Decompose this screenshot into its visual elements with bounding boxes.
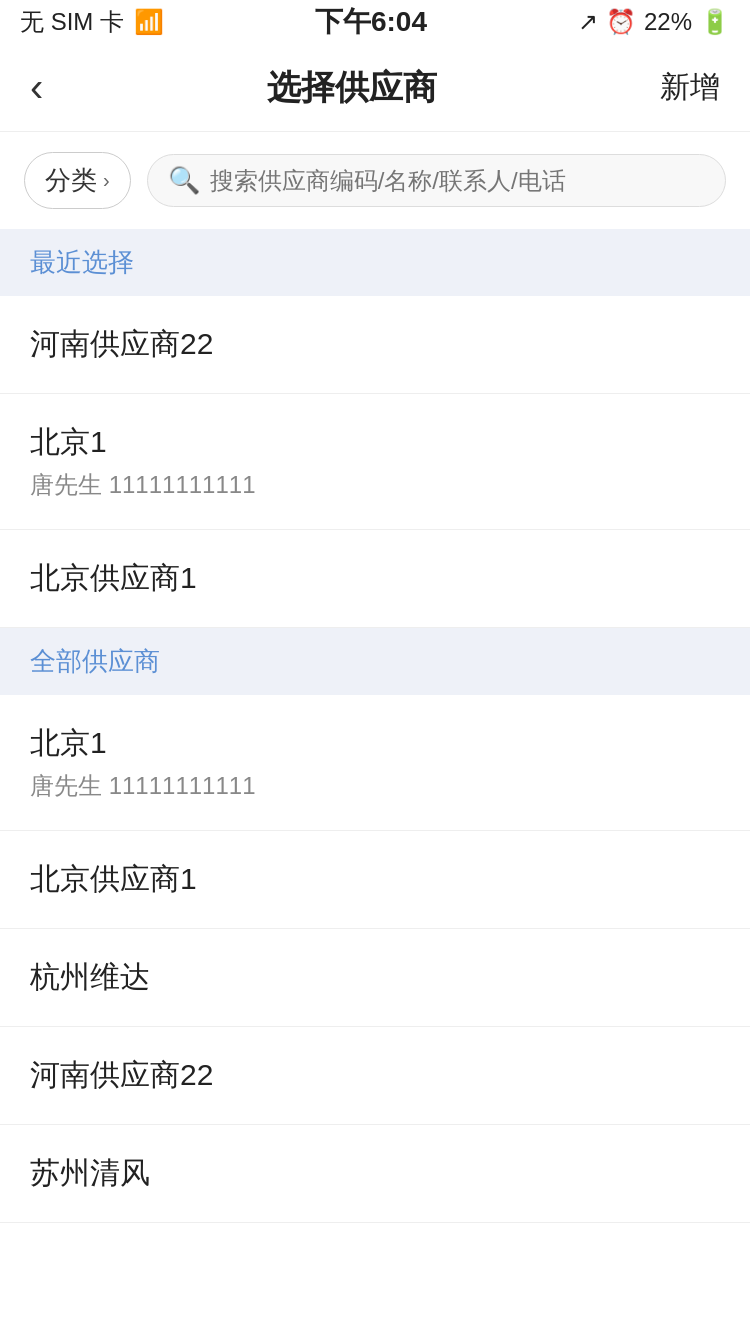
nav-bar: ‹ 选择供应商 新增 — [0, 44, 750, 132]
location-icon: ↗ — [578, 8, 598, 36]
item-name: 北京供应商1 — [30, 859, 720, 900]
battery-label: 22% — [644, 8, 692, 36]
chevron-right-icon: › — [103, 169, 110, 192]
list-item[interactable]: 河南供应商22 — [0, 296, 750, 394]
wifi-icon: 📶 — [134, 8, 164, 36]
battery-icon: 🔋 — [700, 8, 730, 36]
section-header-all: 全部供应商 — [0, 628, 750, 695]
filter-bar: 分类 › 🔍 — [0, 132, 750, 229]
status-time: 下午6:04 — [315, 3, 427, 41]
page-title: 选择供应商 — [267, 65, 437, 111]
add-button[interactable]: 新增 — [660, 67, 720, 108]
item-name: 杭州维达 — [30, 957, 720, 998]
item-name: 河南供应商22 — [30, 1055, 720, 1096]
section-header-recent: 最近选择 — [0, 229, 750, 296]
back-button[interactable]: ‹ — [30, 65, 43, 110]
carrier-label: 无 SIM 卡 — [20, 6, 124, 38]
item-name: 北京供应商1 — [30, 558, 720, 599]
list-item[interactable]: 北京供应商1 — [0, 831, 750, 929]
item-name: 北京1 — [30, 422, 720, 463]
list-item[interactable]: 北京供应商1 — [0, 530, 750, 628]
status-right: ↗ ⏰ 22% 🔋 — [578, 8, 730, 36]
item-name: 河南供应商22 — [30, 324, 720, 365]
list-item[interactable]: 河南供应商22 — [0, 1027, 750, 1125]
search-input[interactable] — [210, 167, 705, 195]
supplier-list: 最近选择河南供应商22 北京1 唐先生 11111111111 北京供应商1 全部供应商… — [0, 229, 750, 1223]
category-label: 分类 — [45, 163, 97, 198]
search-icon: 🔍 — [168, 165, 200, 196]
item-sub: 唐先生 11111111111 — [30, 770, 720, 802]
list-item[interactable]: 苏州清风 — [0, 1125, 750, 1223]
category-filter[interactable]: 分类 › — [24, 152, 131, 209]
search-box[interactable]: 🔍 — [147, 154, 726, 207]
item-name: 北京1 — [30, 723, 720, 764]
alarm-icon: ⏰ — [606, 8, 636, 36]
status-bar: 无 SIM 卡 📶 下午6:04 ↗ ⏰ 22% 🔋 — [0, 0, 750, 44]
list-item[interactable]: 北京1 唐先生 11111111111 — [0, 695, 750, 831]
status-left: 无 SIM 卡 📶 — [20, 6, 164, 38]
item-sub: 唐先生 11111111111 — [30, 469, 720, 501]
list-item[interactable]: 杭州维达 — [0, 929, 750, 1027]
item-name: 苏州清风 — [30, 1153, 720, 1194]
list-item[interactable]: 北京1 唐先生 11111111111 — [0, 394, 750, 530]
